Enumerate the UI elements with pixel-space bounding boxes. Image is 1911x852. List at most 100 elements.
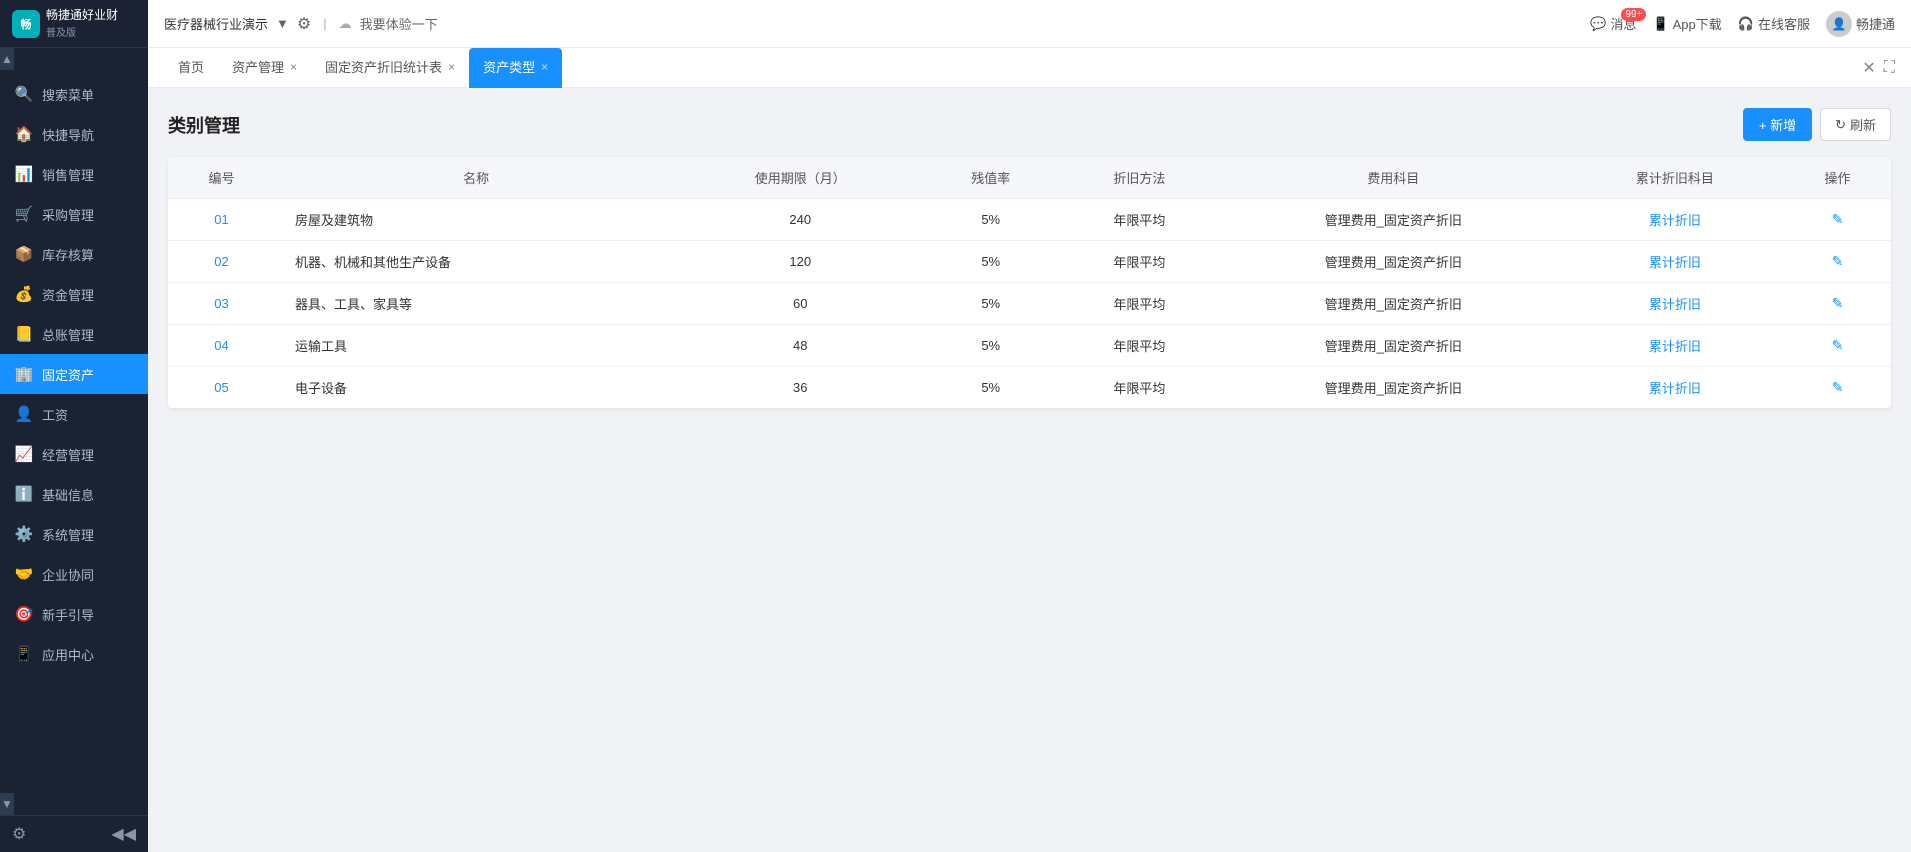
row-expense: 管理费用_固定资产折旧 (1221, 199, 1566, 241)
enterprise-icon: 🤝 (14, 564, 34, 584)
tab-close-asset-type[interactable]: × (541, 60, 548, 74)
row-method: 年限平均 (1058, 199, 1221, 241)
edit-icon[interactable]: ✎ (1832, 295, 1844, 311)
sales-icon: 📊 (14, 164, 34, 184)
sidebar-item-operations[interactable]: 📈 经营管理 (0, 434, 148, 474)
sidebar-item-quick-nav[interactable]: 🏠 快捷导航 (0, 114, 148, 154)
refresh-button[interactable]: ↻ 刷新 (1820, 108, 1891, 141)
sidebar-label-system: 系统管理 (42, 525, 94, 544)
col-header: 折旧方法 (1058, 157, 1221, 199)
sidebar-item-app-center[interactable]: 📱 应用中心 (0, 634, 148, 674)
row-actions: ✎ (1784, 283, 1891, 325)
tab-label-home: 首页 (178, 57, 204, 76)
sidebar-item-enterprise[interactable]: 🤝 企业协同 (0, 554, 148, 594)
col-header: 使用期限（月） (677, 157, 923, 199)
sidebar-item-search[interactable]: 🔍 搜索菜单 (0, 74, 148, 114)
page-content: 类别管理 + 新增 ↻ 刷新 编号名称使用期限（月）残值率折旧方法费用科目累计折… (148, 88, 1911, 852)
sidebar-item-capital[interactable]: 💰 资金管理 (0, 274, 148, 314)
sidebar-item-inventory[interactable]: 📦 库存核算 (0, 234, 148, 274)
industry-dropdown-icon[interactable]: ▼ (276, 16, 289, 31)
row-accumulated[interactable]: 累计折旧 (1566, 199, 1784, 241)
row-accumulated[interactable]: 累计折旧 (1566, 241, 1784, 283)
tab-expand-icon[interactable]: ⛶ (1884, 59, 1895, 77)
row-period: 120 (677, 241, 923, 283)
sidebar-item-salary[interactable]: 👤 工资 (0, 394, 148, 434)
tab-close-fixed-asset-stat[interactable]: × (448, 60, 455, 74)
scroll-down-arrow[interactable]: ▼ (1, 797, 13, 811)
headset-icon: 🎧 (1738, 16, 1754, 32)
sidebar-item-sales[interactable]: 📊 销售管理 (0, 154, 148, 194)
scroll-down[interactable]: ▼ (0, 793, 14, 815)
system-icon: ⚙️ (14, 524, 34, 544)
data-table-wrapper: 编号名称使用期限（月）残值率折旧方法费用科目累计折旧科目操作 01 房屋及建筑物… (168, 157, 1891, 408)
message-btn[interactable]: 💬 消息 99+ (1590, 14, 1636, 33)
tab-asset-mgmt[interactable]: 资产管理× (218, 48, 311, 88)
sidebar-label-quick-nav: 快捷导航 (42, 125, 94, 144)
row-accumulated[interactable]: 累计折旧 (1566, 367, 1784, 409)
collapse-icon[interactable]: ◀◀ (111, 824, 136, 844)
page-actions: + 新增 ↻ 刷新 (1743, 108, 1891, 141)
row-name: 运输工具 (275, 325, 677, 367)
search-icon: 🔍 (14, 84, 34, 104)
row-expense: 管理费用_固定资产折旧 (1221, 367, 1566, 409)
sidebar-item-system[interactable]: ⚙️ 系统管理 (0, 514, 148, 554)
row-name: 机器、机械和其他生产设备 (275, 241, 677, 283)
scroll-up[interactable]: ▲ (0, 48, 14, 70)
row-id[interactable]: 04 (168, 325, 275, 367)
col-header: 费用科目 (1221, 157, 1566, 199)
col-header: 残值率 (923, 157, 1058, 199)
page-title: 类别管理 (168, 112, 240, 138)
inventory-icon: 📦 (14, 244, 34, 264)
settings-icon[interactable]: ⚙ (12, 824, 26, 844)
sidebar-item-basic-info[interactable]: ℹ️ 基础信息 (0, 474, 148, 514)
refresh-icon: ↻ (1835, 117, 1846, 133)
sidebar-item-guide[interactable]: 🎯 新手引导 (0, 594, 148, 634)
row-actions: ✎ (1784, 199, 1891, 241)
topbar-settings-icon[interactable]: ⚙ (297, 14, 311, 34)
tab-close-asset-mgmt[interactable]: × (290, 60, 297, 74)
user-btn[interactable]: 👤 畅捷通 (1826, 11, 1895, 37)
row-id[interactable]: 05 (168, 367, 275, 409)
edit-icon[interactable]: ✎ (1832, 337, 1844, 353)
tab-fixed-asset-stat[interactable]: 固定资产折旧统计表× (311, 48, 469, 88)
message-icon: 💬 (1590, 16, 1606, 32)
phone-icon: 📱 (1652, 16, 1668, 32)
row-id[interactable]: 02 (168, 241, 275, 283)
table-row: 01 房屋及建筑物 240 5% 年限平均 管理费用_固定资产折旧 累计折旧 ✎ (168, 199, 1891, 241)
table-row: 05 电子设备 36 5% 年限平均 管理费用_固定资产折旧 累计折旧 ✎ (168, 367, 1891, 409)
guide-icon: 🎯 (14, 604, 34, 624)
row-accumulated[interactable]: 累计折旧 (1566, 325, 1784, 367)
sidebar-item-fixed-asset[interactable]: 🏢 固定资产 (0, 354, 148, 394)
app-download-btn[interactable]: 📱 App下载 (1652, 14, 1721, 33)
col-header: 操作 (1784, 157, 1891, 199)
online-service-btn[interactable]: 🎧 在线客服 (1738, 14, 1810, 33)
row-expense: 管理费用_固定资产折旧 (1221, 241, 1566, 283)
fixed-asset-icon: 🏢 (14, 364, 34, 384)
new-button[interactable]: + 新增 (1743, 108, 1812, 141)
row-id[interactable]: 01 (168, 199, 275, 241)
sidebar-label-guide: 新手引导 (42, 605, 94, 624)
topbar-divider: | (323, 16, 326, 31)
sidebar-label-basic-info: 基础信息 (42, 485, 94, 504)
edit-icon[interactable]: ✎ (1832, 211, 1844, 227)
edit-icon[interactable]: ✎ (1832, 379, 1844, 395)
scroll-up-arrow[interactable]: ▲ (1, 52, 13, 66)
experience-btn[interactable]: 我要体验一下 (360, 14, 438, 33)
tab-close-window-icon[interactable]: ✕ (1862, 58, 1875, 78)
row-expense: 管理费用_固定资产折旧 (1221, 325, 1566, 367)
row-id[interactable]: 03 (168, 283, 275, 325)
sidebar-item-ledger[interactable]: 📒 总账管理 (0, 314, 148, 354)
main-content: 医疗器械行业演示 ▼ ⚙ | ☁ 我要体验一下 💬 消息 99+ 📱 App下载… (148, 0, 1911, 852)
sidebar-label-inventory: 库存核算 (42, 245, 94, 264)
col-header: 名称 (275, 157, 677, 199)
operations-icon: 📈 (14, 444, 34, 464)
col-header: 编号 (168, 157, 275, 199)
row-accumulated[interactable]: 累计折旧 (1566, 283, 1784, 325)
purchase-icon: 🛒 (14, 204, 34, 224)
edit-icon[interactable]: ✎ (1832, 253, 1844, 269)
sidebar: 畅 畅捷通好业财 普及版 ▲ 🔍 搜索菜单 🏠 快捷导航 📊 销售管理 🛒 采购… (0, 0, 148, 852)
sidebar-item-purchase[interactable]: 🛒 采购管理 (0, 194, 148, 234)
tab-asset-type[interactable]: 资产类型× (469, 48, 562, 88)
sidebar-label-sales: 销售管理 (42, 165, 94, 184)
tab-home[interactable]: 首页 (164, 48, 218, 88)
